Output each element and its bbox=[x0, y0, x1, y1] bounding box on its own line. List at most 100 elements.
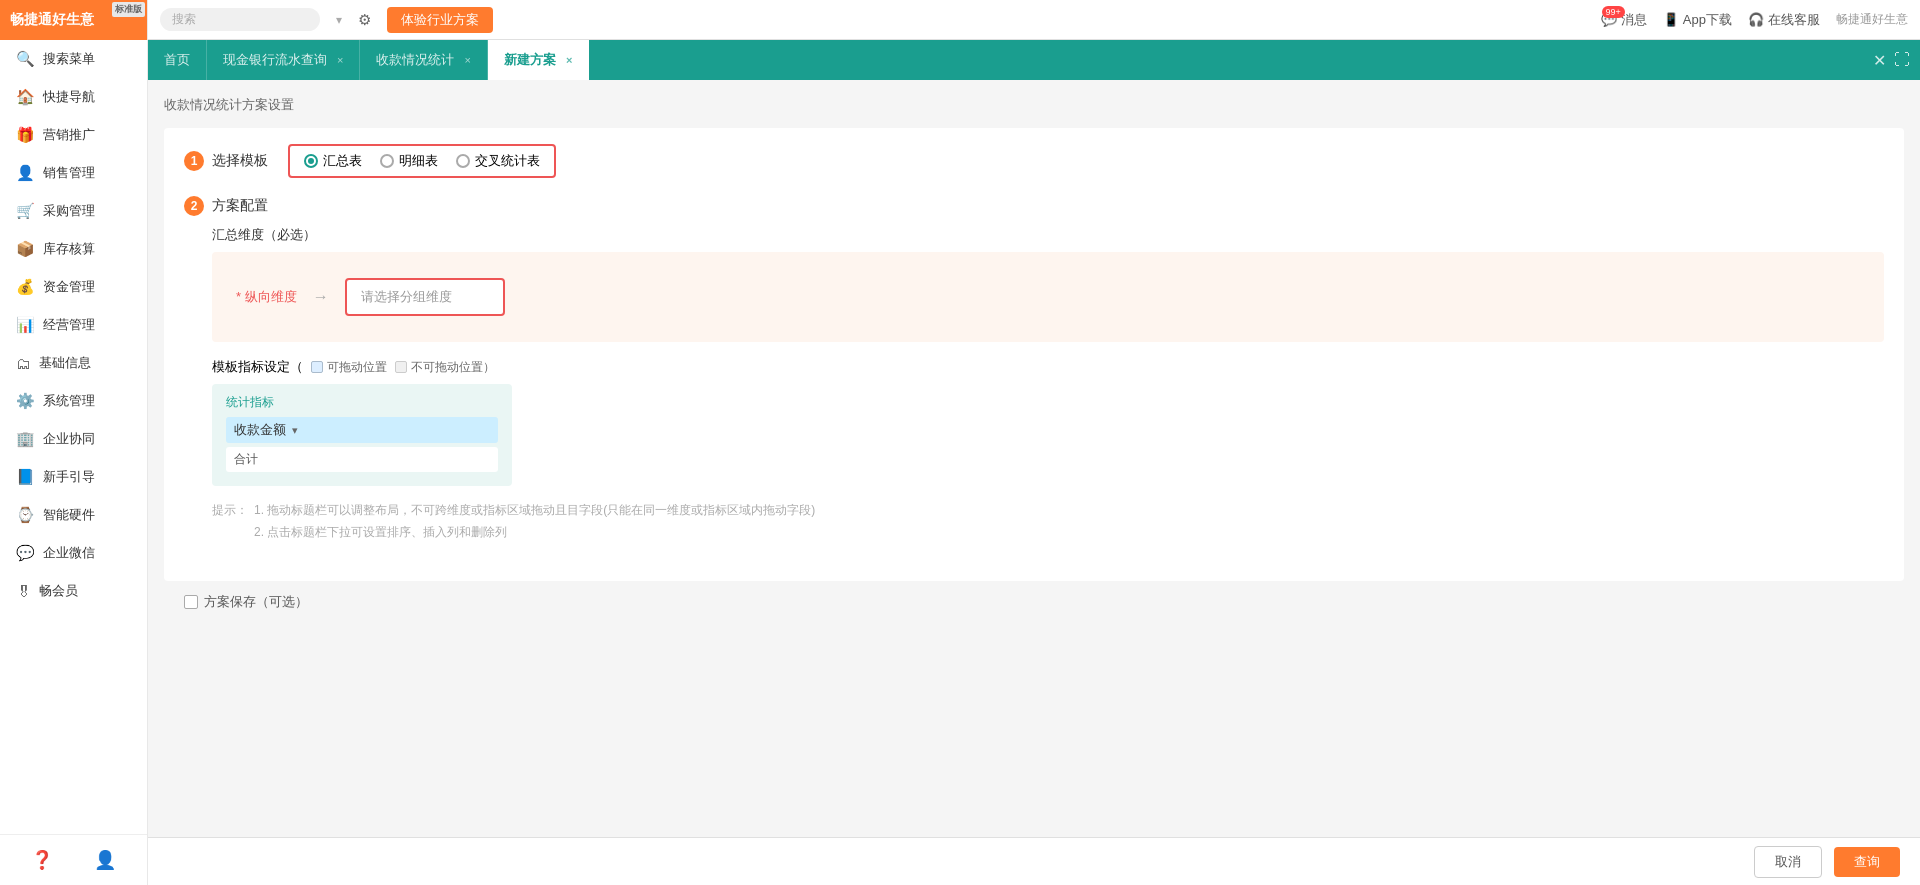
tab-home[interactable]: 首页 bbox=[148, 40, 207, 80]
message-item[interactable]: 💬99+ 消息 bbox=[1601, 11, 1647, 29]
row-label: 纵向维度 bbox=[245, 289, 297, 304]
no-drag-label: 不可拖动位置） bbox=[411, 359, 495, 376]
tab-label-collection-stat: 收款情况统计 bbox=[376, 51, 454, 69]
sidebar-item-quick-nav[interactable]: 🏠快捷导航 bbox=[0, 78, 147, 116]
radio-label-detail: 明细表 bbox=[399, 152, 438, 170]
arrow-icon: → bbox=[313, 288, 329, 306]
logo: 畅捷通好生意 标准版 bbox=[0, 0, 147, 40]
indicator-config: 模板指标设定（ 可拖动位置 不可拖动位置） bbox=[212, 358, 1884, 486]
required-star: * bbox=[236, 289, 241, 304]
sidebar-item-hardware[interactable]: ⌚ 智能硬件 bbox=[0, 496, 147, 534]
tab-close-bank-flow[interactable]: × bbox=[337, 54, 343, 66]
sidebar-icon-wechat: 💬 bbox=[16, 544, 35, 562]
sidebar-label-wechat: 企业微信 bbox=[43, 544, 95, 562]
sidebar-bottom-icons: ❓ 👤 bbox=[0, 843, 147, 877]
query-button[interactable]: 查询 bbox=[1834, 847, 1900, 877]
sidebar-item-guide[interactable]: 📘新手引导 bbox=[0, 458, 147, 496]
sidebar-icon-operations: 📊 bbox=[16, 316, 35, 334]
cancel-button[interactable]: 取消 bbox=[1754, 846, 1822, 878]
sidebar-label-marketing: 营销推广 bbox=[43, 126, 95, 144]
search-placeholder: 搜索 bbox=[172, 12, 196, 26]
indicator-table-title: 统计指标 bbox=[226, 394, 498, 411]
gear-icon[interactable]: ⚙ bbox=[358, 11, 371, 29]
service-item[interactable]: 🎧 在线客服 bbox=[1748, 11, 1820, 29]
sidebar-label-hardware: 智能硬件 bbox=[43, 506, 95, 524]
search-box[interactable]: 搜索 bbox=[160, 8, 320, 31]
tip-line-1: 提示： 1. 拖动标题栏可以调整布局，不可跨维度或指标区域拖动且目字段(只能在同… bbox=[212, 500, 1884, 522]
sidebar-icon-member: 🎖 bbox=[16, 583, 31, 600]
step1-label: 选择模板 bbox=[212, 152, 268, 170]
sidebar-item-inventory[interactable]: 📦库存核算 bbox=[0, 230, 147, 268]
sidebar-item-finance[interactable]: 💰资金管理 bbox=[0, 268, 147, 306]
drag-dot bbox=[311, 361, 323, 373]
sidebar-item-member[interactable]: 🎖畅会员 bbox=[0, 572, 147, 610]
service-label: 在线客服 bbox=[1768, 11, 1820, 29]
indicator-tag[interactable]: 收款金额 ▾ bbox=[226, 417, 498, 443]
sidebar-item-purchase[interactable]: 🛒 采购管理 bbox=[0, 192, 147, 230]
save-checkbox[interactable] bbox=[184, 595, 198, 609]
sidebar-label-purchase: 采购管理 bbox=[43, 202, 95, 220]
sidebar-item-search-menu[interactable]: 🔍搜索菜单 bbox=[0, 40, 147, 78]
step2-label: 方案配置 bbox=[212, 197, 268, 215]
radio-circle-cross bbox=[456, 154, 470, 168]
tip-text-1: 1. 拖动标题栏可以调整布局，不可跨维度或指标区域拖动且目字段(只能在同一维度或… bbox=[254, 500, 815, 522]
message-count: 99+ bbox=[1602, 6, 1625, 18]
sidebar-icon-search-menu: 🔍 bbox=[16, 50, 35, 68]
sidebar-label-system: 系统管理 bbox=[43, 392, 95, 410]
sidebar-label-guide: 新手引导 bbox=[43, 468, 95, 486]
user-info: 畅捷通好生意 bbox=[1836, 11, 1908, 28]
sidebar-item-enterprise[interactable]: 🏢企业协同 bbox=[0, 420, 147, 458]
sidebar-icon-basic-info: 🗂 bbox=[16, 355, 31, 372]
sidebar-icon-sales: 👤 bbox=[16, 164, 35, 182]
dimension-row: * 纵向维度 → 请选择分组维度 bbox=[236, 278, 505, 316]
chevron-down-icon[interactable]: ▾ bbox=[336, 13, 342, 27]
tab-label-home: 首页 bbox=[164, 51, 190, 69]
sidebar-icon-hardware: ⌚ bbox=[16, 506, 35, 524]
dimension-select[interactable]: 请选择分组维度 bbox=[345, 278, 505, 316]
download-item[interactable]: 📱 App下载 bbox=[1663, 11, 1732, 29]
indicator-table-area: 统计指标 收款金额 ▾ 合计 bbox=[212, 384, 512, 486]
tab-close-new-plan[interactable]: × bbox=[566, 54, 572, 66]
dimension-placeholder: 请选择分组维度 bbox=[361, 289, 452, 304]
indicator-config-title: 模板指标设定（ bbox=[212, 358, 303, 376]
tips-area: 提示： 1. 拖动标题栏可以调整布局，不可跨维度或指标区域拖动且目字段(只能在同… bbox=[212, 500, 1884, 543]
no-drag-dot bbox=[395, 361, 407, 373]
tab-actions: ✕ ⛶ bbox=[1873, 40, 1920, 80]
sidebar-item-system[interactable]: ⚙️系统管理 bbox=[0, 382, 147, 420]
sidebar-item-marketing[interactable]: 🎁营销推广 bbox=[0, 116, 147, 154]
radio-option-detail[interactable]: 明细表 bbox=[380, 152, 438, 170]
topbar: 搜索 ▾ ⚙ 体验行业方案 💬99+ 消息 📱 App下载 🎧 在线客服 畅捷通… bbox=[148, 0, 1920, 40]
sidebar-icon-finance: 💰 bbox=[16, 278, 35, 296]
sidebar-item-operations[interactable]: 📊 经营管理 bbox=[0, 306, 147, 344]
indicator-hint-row: 模板指标设定（ 可拖动位置 不可拖动位置） bbox=[212, 358, 1884, 376]
sidebar-item-basic-info[interactable]: 🗂基础信息 bbox=[0, 344, 147, 382]
trial-button[interactable]: 体验行业方案 bbox=[387, 7, 493, 33]
sidebar-item-wechat[interactable]: 💬 企业微信 bbox=[0, 534, 147, 572]
sidebar-icon-inventory: 📦 bbox=[16, 240, 35, 258]
dimension-required-mark: * 纵向维度 bbox=[236, 288, 297, 306]
sidebar-icon-quick-nav: 🏠 bbox=[16, 88, 35, 106]
sidebar-icon-purchase: 🛒 bbox=[16, 202, 35, 220]
sidebar-label-operations: 经营管理 bbox=[43, 316, 95, 334]
help-icon[interactable]: ❓ bbox=[31, 849, 53, 871]
fullscreen-icon[interactable]: ⛶ bbox=[1894, 51, 1910, 69]
close-window-icon[interactable]: ✕ bbox=[1873, 51, 1886, 70]
message-icon: 💬99+ bbox=[1601, 12, 1617, 27]
step2-row: 2 方案配置 汇总维度（必选） * 纵向维度 → 请选择分 bbox=[184, 196, 1884, 543]
tab-collection-stat[interactable]: 收款情况统计 × bbox=[360, 40, 487, 80]
sidebar-icon-enterprise: 🏢 bbox=[16, 430, 35, 448]
radio-option-summary[interactable]: 汇总表 bbox=[304, 152, 362, 170]
user-icon[interactable]: 👤 bbox=[94, 849, 116, 871]
draggable-badge: 可拖动位置 bbox=[311, 359, 387, 376]
sidebar-item-sales[interactable]: 👤销售管理 bbox=[0, 154, 147, 192]
tab-new-plan[interactable]: 新建方案× bbox=[488, 40, 589, 80]
download-icon: 📱 bbox=[1663, 12, 1679, 27]
step1-row: 1 选择模板 汇总表 明细表 交叉统计表 bbox=[184, 144, 1884, 178]
tip-line-2: 提示： 2. 点击标题栏下拉可设置排序、插入列和删除列 bbox=[212, 522, 1884, 544]
tab-close-collection-stat[interactable]: × bbox=[464, 54, 470, 66]
radio-circle-detail bbox=[380, 154, 394, 168]
sidebar: 畅捷通好生意 标准版 🔍搜索菜单🏠快捷导航🎁营销推广👤销售管理 🛒 采购管理 📦库存核… bbox=[0, 0, 148, 885]
radio-option-cross[interactable]: 交叉统计表 bbox=[456, 152, 540, 170]
tab-bank-flow[interactable]: 现金银行流水查询× bbox=[207, 40, 360, 80]
save-label: 方案保存（可选） bbox=[204, 593, 308, 611]
